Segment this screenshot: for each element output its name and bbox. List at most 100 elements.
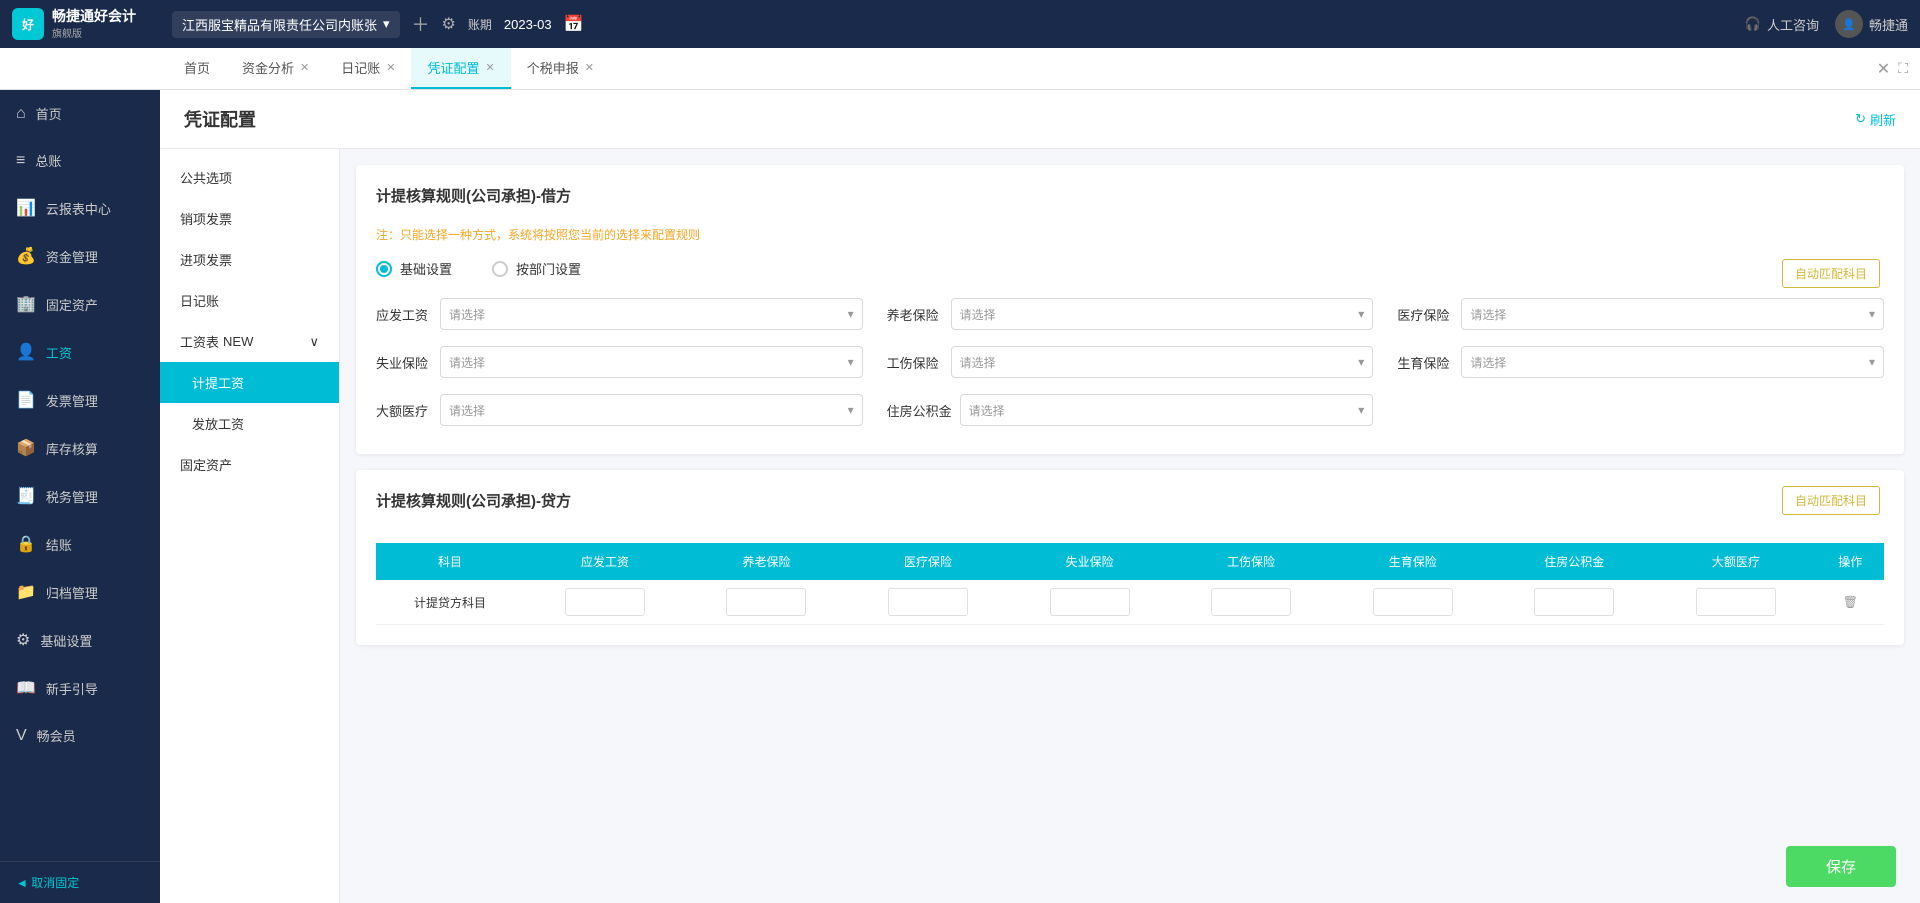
sidebar-item-vip[interactable]: V 畅会员 xyxy=(0,712,160,759)
sidebar-item-inventory[interactable]: 📦 库存核算 xyxy=(0,424,160,472)
settings-icon[interactable]: ⚙ xyxy=(442,14,456,34)
major-medical-label: 大额医疗 xyxy=(376,401,432,420)
sidebar-assets-label: 固定资产 xyxy=(46,295,98,314)
debit-note: 注：只能选择一种方式，系统将按照您当前的选择来配置规则 xyxy=(376,226,1884,243)
major-medical-select[interactable]: 请选择 ▾ xyxy=(440,394,863,426)
sub-sidebar-pay-wage[interactable]: 发放工资 xyxy=(160,403,339,444)
sub-sidebar-wage-table[interactable]: 工资表 NEW ∨ xyxy=(160,321,339,362)
housing-select[interactable]: 请选择 ▾ xyxy=(960,394,1374,426)
injury-select[interactable]: 请选择 ▾ xyxy=(951,346,1374,378)
top-right: 🎧 人工咨询 👤 畅捷通 xyxy=(1745,10,1908,38)
sidebar-item-ledger[interactable]: ≡ 总账 xyxy=(0,137,160,184)
tab-home[interactable]: 首页 xyxy=(168,48,226,89)
maternity-select[interactable]: 请选择 ▾ xyxy=(1461,346,1884,378)
pension-label: 养老保险 xyxy=(887,305,943,324)
credit-injury-input[interactable] xyxy=(1211,588,1291,616)
sub-sidebar-public[interactable]: 公共选项 xyxy=(160,157,339,198)
credit-unemployment-input[interactable] xyxy=(1050,588,1130,616)
radio-group: 基础设置 按部门设置 xyxy=(376,259,1884,278)
form-item-maternity: 生育保险 请选择 ▾ xyxy=(1397,346,1884,378)
tab-journal-close[interactable]: ✕ xyxy=(386,61,395,74)
pension-placeholder: 请选择 xyxy=(960,306,996,323)
unemployment-chevron-icon: ▾ xyxy=(848,355,854,369)
credit-maternity-input[interactable] xyxy=(1373,588,1453,616)
calendar-icon[interactable]: 📅 xyxy=(564,14,584,34)
tab-journal[interactable]: 日记账 ✕ xyxy=(325,48,411,89)
wage-chevron-icon: ▾ xyxy=(848,307,854,321)
credit-wage-input[interactable] xyxy=(565,588,645,616)
tab-tax-close[interactable]: ✕ xyxy=(585,61,594,74)
sidebar-item-tax[interactable]: 🧾 税务管理 xyxy=(0,472,160,520)
tab-voucher-config-close[interactable]: ✕ xyxy=(486,61,495,74)
sidebar-inventory-label: 库存核算 xyxy=(46,439,98,458)
maternity-chevron-icon: ▾ xyxy=(1869,355,1875,369)
app-name: 畅捷通好会计 xyxy=(52,8,136,25)
sidebar-fund-label: 资金管理 xyxy=(46,247,98,266)
main-content: 计提核算规则(公司承担)-借方 注：只能选择一种方式，系统将按照您当前的选择来配… xyxy=(340,149,1920,903)
page-header: 凭证配置 ↻ 刷新 xyxy=(160,90,1920,149)
tab-voucher-config[interactable]: 凭证配置 ✕ xyxy=(411,48,510,89)
credit-pension-input[interactable] xyxy=(726,588,806,616)
tax-icon: 🧾 xyxy=(16,486,36,506)
sidebar-item-payroll[interactable]: 👤 工资 xyxy=(0,328,160,376)
delete-icon[interactable]: 🗑 xyxy=(1843,595,1858,609)
credit-auto-match-button[interactable]: 自动匹配科目 xyxy=(1782,486,1880,515)
radio-department[interactable]: 按部门设置 xyxy=(492,259,581,278)
credit-row-medical xyxy=(847,580,1009,625)
medical-select[interactable]: 请选择 ▾ xyxy=(1461,298,1884,330)
sidebar-item-assets[interactable]: 🏢 固定资产 xyxy=(0,280,160,328)
top-bar: 好 畅捷通好会计 旗舰版 江西服宝精品有限责任公司内账张 ▾ ＋ ⚙ 账期 20… xyxy=(0,0,1920,48)
sub-sidebar-sales-invoice[interactable]: 销项发票 xyxy=(160,198,339,239)
sub-sidebar-journal[interactable]: 日记账 xyxy=(160,280,339,321)
company-selector[interactable]: 江西服宝精品有限责任公司内账张 ▾ xyxy=(172,11,400,38)
radio-basic[interactable]: 基础设置 xyxy=(376,259,452,278)
service-area[interactable]: 🎧 人工咨询 xyxy=(1745,15,1819,34)
th-major-medical: 大额医疗 xyxy=(1655,543,1817,580)
wage-label: 应发工资 xyxy=(376,305,432,324)
sub-sidebar-public-label: 公共选项 xyxy=(180,168,232,187)
add-account-icon[interactable]: ＋ xyxy=(412,11,430,37)
invoice-icon: 📄 xyxy=(16,390,36,410)
pension-select[interactable]: 请选择 ▾ xyxy=(951,298,1374,330)
sub-sidebar-purchase-invoice[interactable]: 进项发票 xyxy=(160,239,339,280)
sidebar-item-guide[interactable]: 📖 新手引导 xyxy=(0,664,160,712)
credit-medical-input[interactable] xyxy=(888,588,968,616)
credit-housing-input[interactable] xyxy=(1534,588,1614,616)
sidebar-item-invoice[interactable]: 📄 发票管理 xyxy=(0,376,160,424)
form-item-injury: 工伤保险 请选择 ▾ xyxy=(887,346,1374,378)
sidebar-item-archive[interactable]: 📁 归档管理 xyxy=(0,568,160,616)
credit-row-housing xyxy=(1494,580,1656,625)
major-medical-chevron-icon: ▾ xyxy=(848,403,854,417)
medical-chevron-icon: ▾ xyxy=(1869,307,1875,321)
credit-major-medical-input[interactable] xyxy=(1696,588,1776,616)
tab-finance-close[interactable]: ✕ xyxy=(300,61,309,74)
tab-tax[interactable]: 个税申报 ✕ xyxy=(511,48,610,89)
sidebar-guide-label: 新手引导 xyxy=(46,679,98,698)
debit-auto-match-button[interactable]: 自动匹配科目 xyxy=(1782,259,1880,288)
credit-panel-header: 计提核算规则(公司承担)-贷方 xyxy=(376,490,1884,531)
unemployment-select[interactable]: 请选择 ▾ xyxy=(440,346,863,378)
tab-voucher-config-label: 凭证配置 xyxy=(427,58,479,77)
wage-select[interactable]: 请选择 ▾ xyxy=(440,298,863,330)
sidebar-item-home[interactable]: ⌂ 首页 xyxy=(0,90,160,137)
inventory-icon: 📦 xyxy=(16,438,36,458)
sidebar-item-reports[interactable]: 📊 云报表中心 xyxy=(0,184,160,232)
refresh-button[interactable]: ↻ 刷新 xyxy=(1855,110,1896,129)
unemployment-label: 失业保险 xyxy=(376,353,432,372)
sidebar-item-close[interactable]: 🔒 结账 xyxy=(0,520,160,568)
sub-sidebar-fixed-assets[interactable]: 固定资产 xyxy=(160,444,339,485)
user-area[interactable]: 👤 畅捷通 xyxy=(1835,10,1908,38)
housing-chevron-icon: ▾ xyxy=(1358,403,1364,417)
form-item-major-medical: 大额医疗 请选择 ▾ xyxy=(376,394,863,426)
save-area: 保存 xyxy=(1786,846,1896,887)
sidebar-item-fund[interactable]: 💰 资金管理 xyxy=(0,232,160,280)
company-dropdown-icon: ▾ xyxy=(383,16,390,32)
tab-finance[interactable]: 资金分析 ✕ xyxy=(226,48,325,89)
expand-icon[interactable]: ⛶ xyxy=(1898,60,1908,77)
credit-row-injury xyxy=(1170,580,1332,625)
sub-sidebar-accrue-wage[interactable]: 计提工资 xyxy=(160,362,339,403)
save-button[interactable]: 保存 xyxy=(1786,846,1896,887)
sidebar-unpin[interactable]: ◄ 取消固定 xyxy=(0,861,160,903)
sidebar-item-settings[interactable]: ⚙ 基础设置 xyxy=(0,616,160,664)
close-icon[interactable]: ✕ xyxy=(1877,59,1890,79)
